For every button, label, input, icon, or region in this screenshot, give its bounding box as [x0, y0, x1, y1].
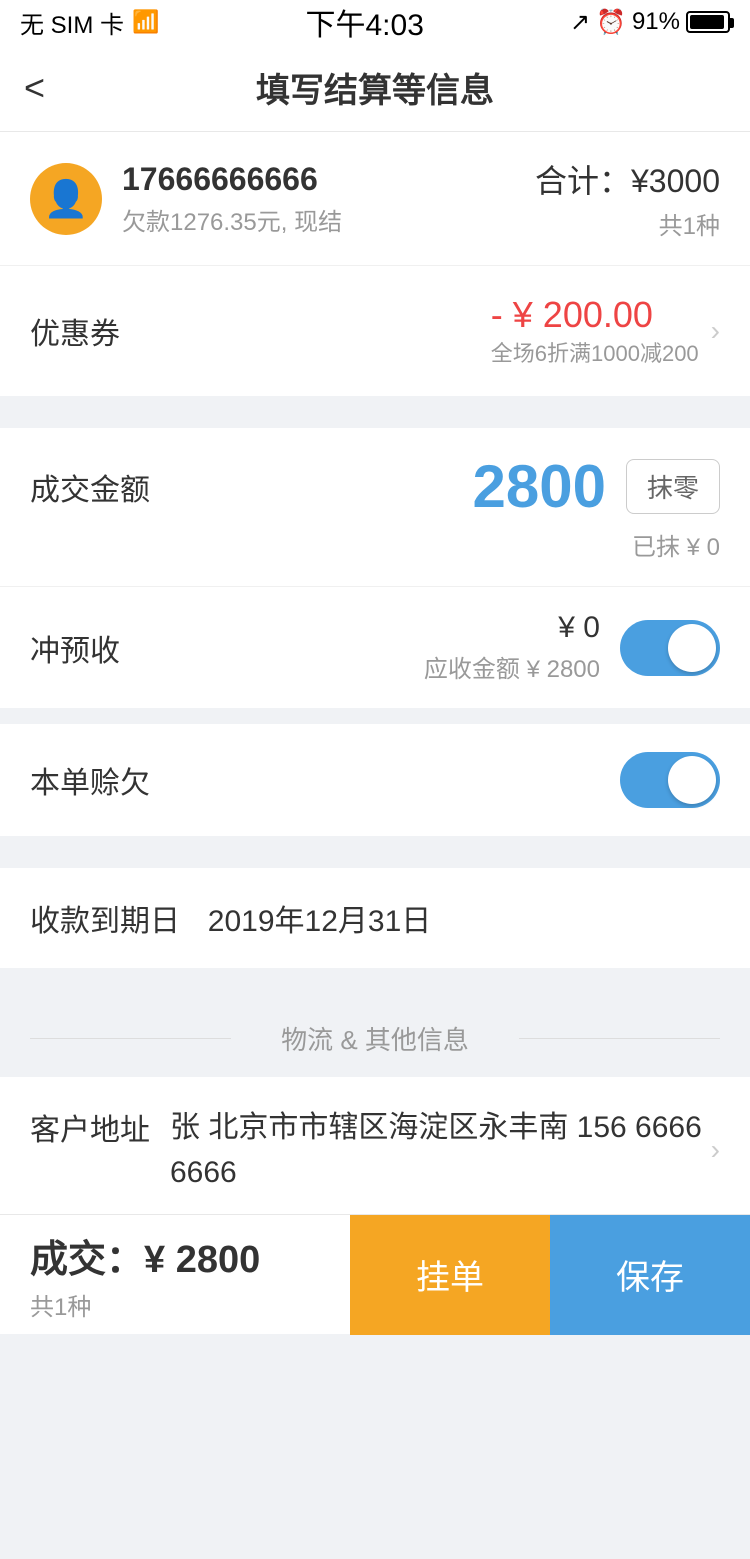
logistics-line-right	[519, 1038, 720, 1039]
customer-section: 👤 17666666666 欠款1276.35元, 现结 合计：¥3000 共1…	[0, 132, 750, 396]
coupon-row[interactable]: 优惠券 - ¥ 200.00 全场6折满1000减200 ›	[0, 265, 750, 396]
status-right: ↗ ⏰ 91%	[570, 8, 730, 37]
wifi-icon: 📶	[132, 9, 159, 35]
logistics-line-left	[30, 1038, 231, 1039]
debt-row: 本单赊欠	[30, 752, 720, 808]
prepay-section: 冲预收 ¥ 0 应收金额 ¥ 2800	[0, 586, 750, 708]
hold-button[interactable]: 挂单	[350, 1215, 550, 1335]
chevron-right-icon: ›	[711, 315, 720, 347]
coupon-desc: 全场6折满1000减200	[491, 336, 699, 368]
coupon-info: - ¥ 200.00 全场6折满1000减200	[491, 294, 699, 368]
round-button[interactable]: 抹零	[626, 459, 720, 514]
address-left: 客户地址 张 北京市市辖区海淀区永丰南 156 6666 6666	[30, 1105, 711, 1195]
bottom-deal-amount: ¥ 2800	[144, 1239, 260, 1281]
debt-section: 本单赊欠	[0, 724, 750, 836]
amount-value: 2800	[473, 452, 606, 521]
save-button[interactable]: 保存	[550, 1215, 750, 1335]
battery-percent: 91%	[632, 8, 680, 36]
status-left: 无 SIM 卡 📶	[20, 5, 159, 40]
bottom-summary: 成交：¥ 2800 共1种	[0, 1228, 350, 1322]
status-bar: 无 SIM 卡 📶 下午4:03 ↗ ⏰ 91%	[0, 0, 750, 44]
logistics-separator: 物流 & 其他信息	[0, 1000, 750, 1077]
prepay-right: ¥ 0 应收金额 ¥ 2800	[424, 611, 720, 684]
battery-icon	[686, 11, 730, 33]
separator-1	[0, 412, 750, 428]
prepay-amount: ¥ 0	[424, 611, 600, 645]
customer-total: 合计：¥3000 共1种	[535, 156, 720, 241]
prepay-row: 冲预收 ¥ 0 应收金额 ¥ 2800	[30, 611, 720, 684]
avatar-icon: 👤	[44, 178, 89, 220]
prepay-label: 冲预收	[30, 626, 120, 670]
status-time: 下午4:03	[305, 0, 423, 44]
alarm-icon: ⏰	[596, 8, 626, 37]
address-section[interactable]: 客户地址 张 北京市市辖区海淀区永丰南 156 6666 6666 ›	[0, 1077, 750, 1223]
location-icon: ↗	[570, 8, 590, 37]
amount-right: 2800 抹零	[473, 452, 721, 521]
separator-2	[0, 708, 750, 724]
bottom-count: 共1种	[30, 1287, 320, 1322]
customer-info: 17666666666 欠款1276.35元, 现结	[122, 161, 535, 237]
customer-phone: 17666666666	[122, 161, 535, 198]
debt-label: 本单赊欠	[30, 758, 150, 802]
coupon-amount: - ¥ 200.00	[491, 294, 699, 336]
customer-row: 👤 17666666666 欠款1276.35元, 现结 合计：¥3000 共1…	[0, 132, 750, 265]
avatar: 👤	[30, 163, 102, 235]
toggle-knob	[668, 624, 716, 672]
amount-label: 成交金额	[30, 465, 150, 509]
back-button[interactable]: <	[24, 67, 45, 109]
debt-toggle[interactable]	[620, 752, 720, 808]
total-amount: 合计：¥3000	[535, 156, 720, 202]
coupon-right: - ¥ 200.00 全场6折满1000减200 ›	[491, 294, 720, 368]
customer-sub: 欠款1276.35元, 现结	[122, 202, 535, 237]
bottom-deal-label: 成交：	[30, 1239, 144, 1281]
separator-4	[0, 984, 750, 1000]
separator-3	[0, 852, 750, 868]
amount-erased: 已抹 ¥ 0	[30, 527, 720, 562]
nav-bar: < 填写结算等信息	[0, 44, 750, 132]
duedate-section: 收款到期日 2019年12月31日	[0, 868, 750, 968]
address-chevron-icon: ›	[711, 1134, 720, 1166]
logistics-label: 物流 & 其他信息	[281, 1020, 469, 1057]
carrier-text: 无 SIM 卡	[20, 5, 124, 40]
amount-row-container: 成交金额 2800 抹零 已抹 ¥ 0	[0, 428, 750, 586]
prepay-sub: 应收金额 ¥ 2800	[424, 649, 600, 684]
coupon-label: 优惠券	[30, 309, 120, 353]
bottom-bar: 成交：¥ 2800 共1种 挂单 保存	[0, 1214, 750, 1334]
duedate-label: 收款到期日	[30, 905, 180, 938]
prepay-toggle[interactable]	[620, 620, 720, 676]
prepay-value: ¥ 0 应收金额 ¥ 2800	[424, 611, 600, 684]
debt-toggle-knob	[668, 756, 716, 804]
deal-amount-section: 成交金额 2800 抹零 已抹 ¥ 0 冲预收 ¥ 0 应收金额 ¥ 2800	[0, 428, 750, 708]
duedate-value: 2019年12月31日	[208, 905, 431, 938]
page-title: 填写结算等信息	[256, 63, 494, 112]
address-value: 张 北京市市辖区海淀区永丰南 156 6666 6666	[170, 1105, 711, 1195]
amount-row: 成交金额 2800 抹零	[30, 452, 720, 521]
total-sub: 共1种	[535, 206, 720, 241]
address-label: 客户地址	[30, 1105, 150, 1149]
bottom-spacer	[0, 1439, 750, 1559]
bottom-deal: 成交：¥ 2800	[30, 1228, 320, 1283]
